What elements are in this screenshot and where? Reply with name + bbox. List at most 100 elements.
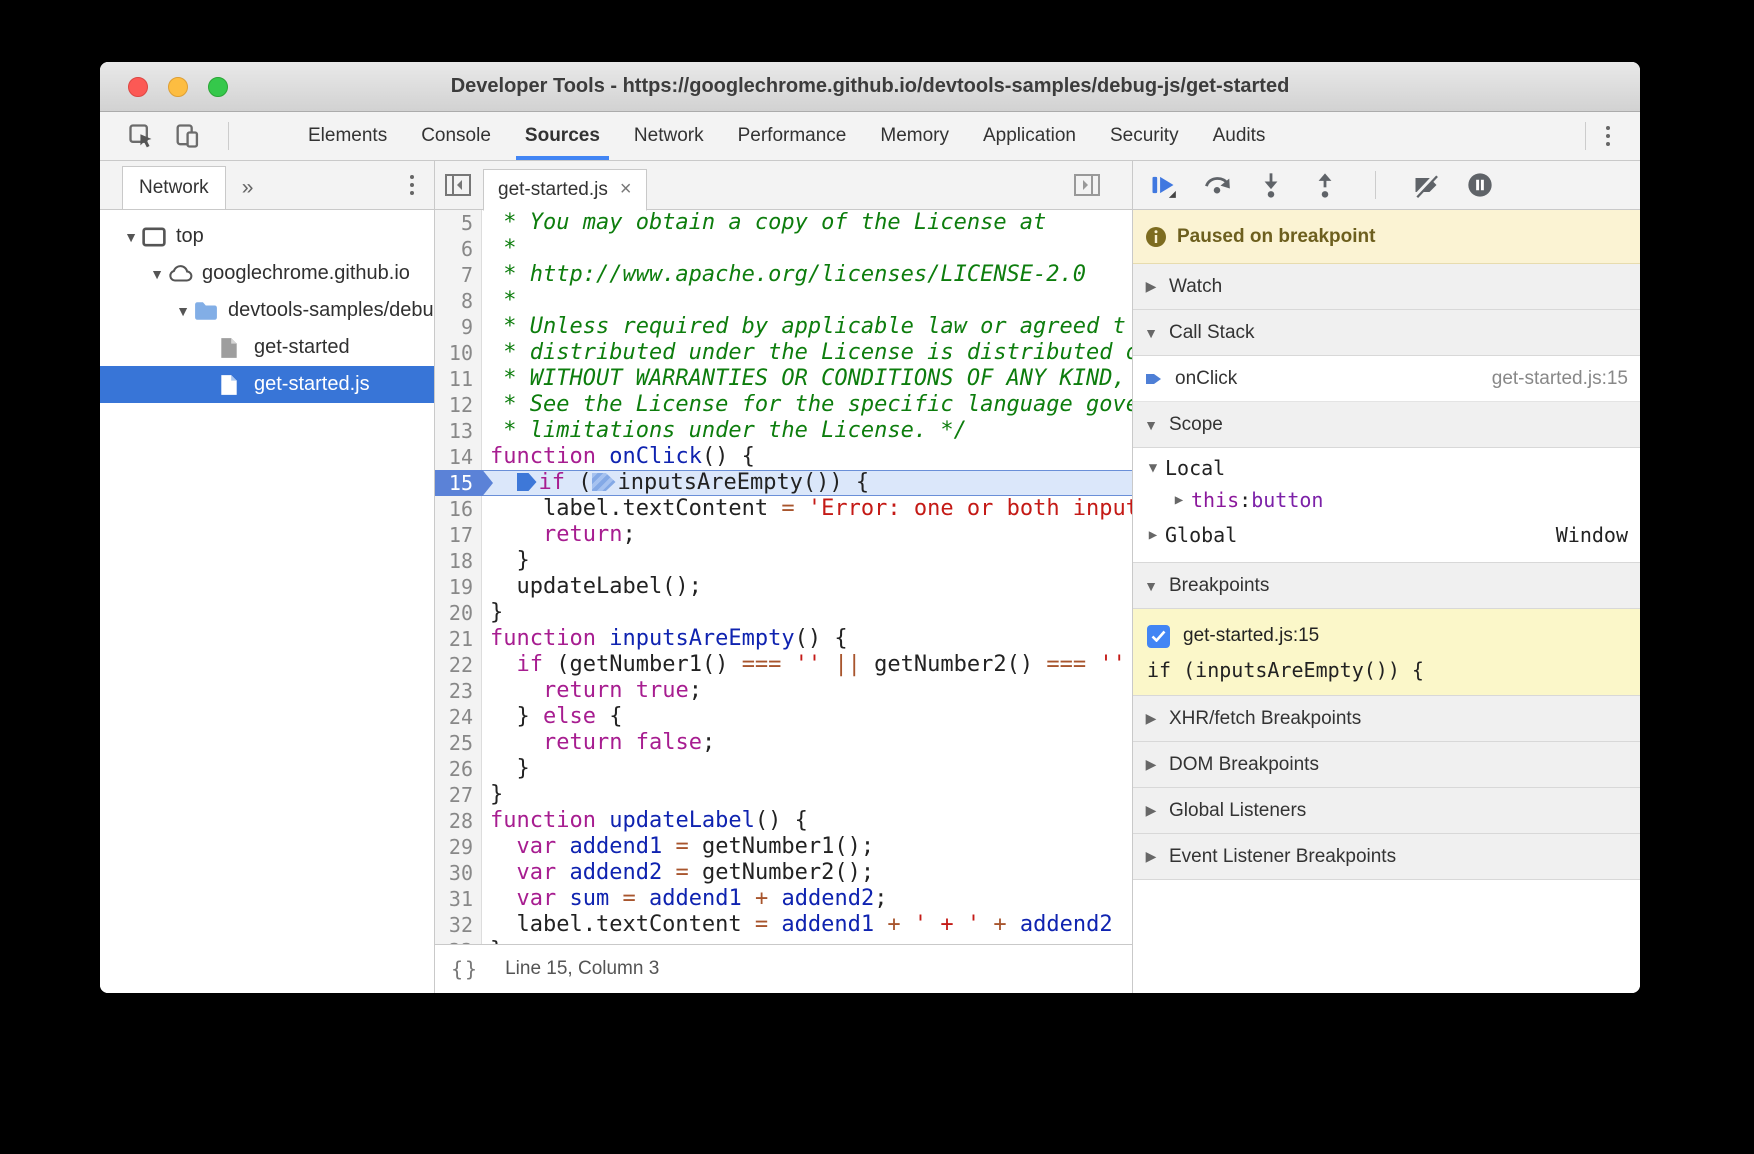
section-label: Call Stack [1169, 322, 1255, 344]
debugger-panel: Paused on breakpoint ▶ Watch ▼ Call Stac… [1132, 161, 1640, 993]
line-number[interactable]: 10 [435, 340, 481, 366]
sidebar-item-top[interactable]: ▼top [100, 218, 434, 255]
tab-performance[interactable]: Performance [721, 112, 864, 160]
section-call-stack[interactable]: ▼ Call Stack [1133, 310, 1640, 356]
line-number[interactable]: 9 [435, 314, 481, 340]
tab-memory[interactable]: Memory [863, 112, 966, 160]
line-number[interactable]: 33 [435, 938, 481, 944]
line-number[interactable]: 28 [435, 808, 481, 834]
code-line: label.textContent = 'Error: one or both … [482, 496, 1132, 522]
inspect-cursor-icon[interactable] [126, 121, 156, 151]
close-window-button[interactable] [128, 77, 148, 97]
line-number[interactable]: 21 [435, 626, 481, 652]
tab-application[interactable]: Application [966, 112, 1093, 160]
disclosure-expanded-icon[interactable]: ▼ [120, 229, 142, 245]
section-scope[interactable]: ▼ Scope [1133, 402, 1640, 448]
device-toolbar-icon[interactable] [172, 121, 202, 151]
line-number[interactable]: 19 [435, 574, 481, 600]
line-number[interactable]: 25 [435, 730, 481, 756]
code-line: } else { [482, 704, 1132, 730]
more-tabs-icon[interactable]: » [242, 176, 254, 200]
sidebar-item-googlechrome-github-io[interactable]: ▼googlechrome.github.io [100, 255, 434, 292]
file-tab-get-started-js[interactable]: get-started.js × [483, 169, 647, 211]
code-line: } [482, 938, 1132, 944]
tab-elements[interactable]: Elements [291, 112, 404, 160]
line-number[interactable]: 7 [435, 262, 481, 288]
property-value: button [1251, 488, 1323, 512]
breakpoint-checkbox[interactable] [1147, 625, 1170, 648]
kebab-menu-icon[interactable] [1596, 120, 1620, 152]
breakpoint-entry[interactable]: get-started.js:15 if (inputsAreEmpty()) … [1133, 609, 1640, 696]
section-global-listeners[interactable]: ▶ Global Listeners [1133, 788, 1640, 834]
scope-group-local[interactable]: ▼ Local [1133, 452, 1640, 484]
line-number[interactable]: 8 [435, 288, 481, 314]
call-stack-frame[interactable]: onClick get-started.js:15 [1133, 356, 1640, 402]
code-line: var sum = addend1 + addend2; [482, 886, 1132, 912]
code-area: 5678910111213141516171819202122232425262… [435, 210, 1132, 944]
section-xhr-breakpoints[interactable]: ▶ XHR/fetch Breakpoints [1133, 696, 1640, 742]
sidebar-item-get-started[interactable]: get-started [100, 329, 434, 366]
line-number[interactable]: 15 [435, 470, 481, 496]
line-number[interactable]: 17 [435, 522, 481, 548]
tab-network[interactable]: Network [617, 112, 721, 160]
step-into-icon[interactable] [1257, 171, 1285, 199]
tab-audits[interactable]: Audits [1196, 112, 1283, 160]
section-breakpoints[interactable]: ▼ Breakpoints [1133, 563, 1640, 609]
section-event-listener-breakpoints[interactable]: ▶ Event Listener Breakpoints [1133, 834, 1640, 880]
zoom-window-button[interactable] [208, 77, 228, 97]
deactivate-breakpoints-icon[interactable] [1412, 171, 1440, 199]
sidebar-item-devtools-samples-debug-js[interactable]: ▼devtools-samples/debug-js [100, 292, 434, 329]
resume-script-icon[interactable] [1149, 171, 1177, 199]
code-line: return true; [482, 678, 1132, 704]
tab-console[interactable]: Console [404, 112, 508, 160]
line-number[interactable]: 11 [435, 366, 481, 392]
line-number[interactable]: 23 [435, 678, 481, 704]
code-line: * See the License for the specific langu… [482, 392, 1132, 418]
line-number[interactable]: 27 [435, 782, 481, 808]
disclosure-expanded-icon[interactable]: ▼ [172, 303, 194, 319]
line-number[interactable]: 5 [435, 210, 481, 236]
tree-item-label: get-started.js [254, 373, 370, 396]
collapse-navigator-icon[interactable] [443, 170, 473, 200]
line-number[interactable]: 29 [435, 834, 481, 860]
line-number[interactable]: 16 [435, 496, 481, 522]
line-number[interactable]: 18 [435, 548, 481, 574]
show-debugger-sidebar-icon[interactable] [1072, 170, 1102, 200]
tab-security[interactable]: Security [1093, 112, 1196, 160]
step-out-icon[interactable] [1311, 171, 1339, 199]
line-number[interactable]: 22 [435, 652, 481, 678]
line-number[interactable]: 13 [435, 418, 481, 444]
code-line: * distributed under the License is distr… [482, 340, 1132, 366]
code-line: } [482, 756, 1132, 782]
section-dom-breakpoints[interactable]: ▶ DOM Breakpoints [1133, 742, 1640, 788]
line-number[interactable]: 20 [435, 600, 481, 626]
disclosure-collapsed-icon: ▶ [1143, 848, 1159, 865]
pause-on-exceptions-icon[interactable] [1466, 171, 1494, 199]
line-number[interactable]: 14 [435, 444, 481, 470]
frame-icon [142, 227, 168, 247]
sidebar-item-get-started-js[interactable]: get-started.js [100, 366, 434, 403]
pretty-print-icon[interactable]: {} [451, 957, 479, 981]
line-number[interactable]: 31 [435, 886, 481, 912]
line-number[interactable]: 12 [435, 392, 481, 418]
line-number[interactable]: 32 [435, 912, 481, 938]
tab-sources[interactable]: Sources [508, 112, 617, 160]
code-line: label.textContent = addend1 + ' + ' + ad… [482, 912, 1132, 938]
continue-to-here-marker-icon[interactable] [592, 473, 616, 491]
step-over-icon[interactable] [1203, 171, 1231, 199]
line-number[interactable]: 26 [435, 756, 481, 782]
scope-property-this[interactable]: ▶ this : button [1133, 484, 1640, 516]
line-number[interactable]: 6 [435, 236, 481, 262]
section-watch[interactable]: ▶ Watch [1133, 264, 1640, 310]
tree-item-label: get-started [254, 336, 350, 359]
tab-network[interactable]: Network [122, 166, 226, 209]
traffic-lights [128, 62, 228, 111]
sidebar-kebab-menu-icon[interactable] [400, 169, 424, 201]
minimize-window-button[interactable] [168, 77, 188, 97]
scope-group-global[interactable]: ▶ Global Window [1133, 516, 1640, 554]
close-tab-icon[interactable]: × [620, 178, 632, 201]
code-line: * http://www.apache.org/licenses/LICENSE… [482, 262, 1132, 288]
line-number[interactable]: 30 [435, 860, 481, 886]
line-number[interactable]: 24 [435, 704, 481, 730]
disclosure-expanded-icon[interactable]: ▼ [146, 266, 168, 282]
